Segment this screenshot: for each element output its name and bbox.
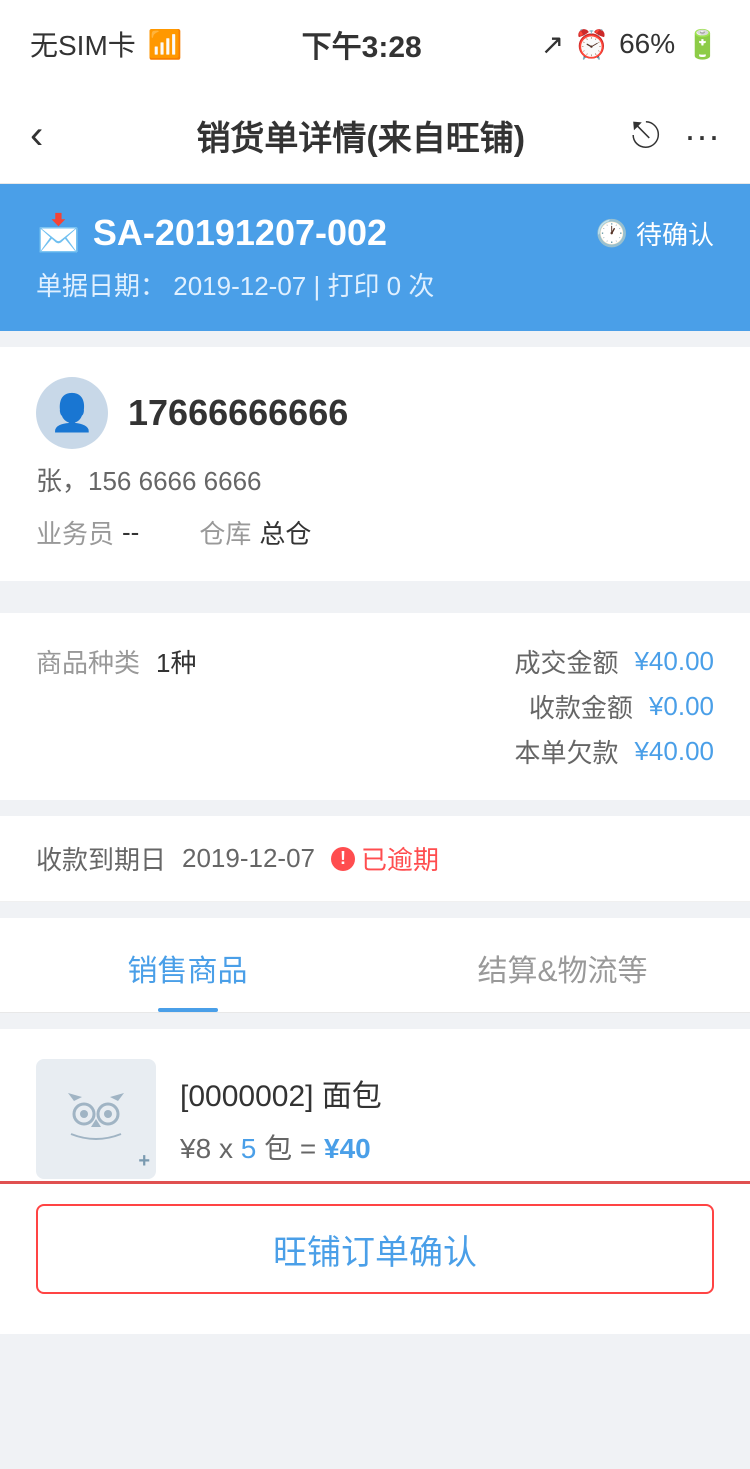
nav-bar: ‹ 销货单详情(来自旺铺) ⎋ ··· bbox=[0, 88, 750, 184]
page-title: 销货单详情(来自旺铺) bbox=[196, 111, 525, 160]
product-name: [0000002] 面包 bbox=[180, 1071, 714, 1115]
more-button[interactable]: ··· bbox=[684, 115, 720, 157]
product-total: ¥40 bbox=[324, 1133, 371, 1164]
product-price: ¥8 x 5 包 = ¥40 bbox=[180, 1127, 714, 1167]
tab-sales-products[interactable]: 销售商品 bbox=[0, 918, 375, 1012]
confirm-order-button[interactable]: 旺铺订单确认 bbox=[36, 1204, 714, 1294]
tabs-container: 销售商品 结算&物流等 bbox=[0, 918, 750, 1013]
warehouse-meta: 仓库 总仓 bbox=[199, 514, 311, 551]
owing-row: 本单欠款 ¥40.00 bbox=[514, 733, 714, 770]
overdue-badge: ! 已逾期 bbox=[331, 840, 439, 877]
confirm-button-label: 旺铺订单确认 bbox=[273, 1225, 477, 1274]
battery-text: 66% bbox=[619, 28, 675, 60]
due-date-label: 收款到期日 bbox=[36, 840, 166, 877]
product-multiply: x bbox=[219, 1133, 233, 1164]
sales-value: -- bbox=[122, 517, 139, 548]
amount-value: ¥40.00 bbox=[634, 646, 714, 677]
tab-sales-products-label: 销售商品 bbox=[128, 955, 248, 988]
status-bar: 无SIM卡 📶 下午3:28 ↗ ⏰ 66% 🔋 bbox=[0, 0, 750, 88]
product-type-value: 1种 bbox=[156, 643, 196, 680]
divider-2 bbox=[0, 902, 750, 918]
customer-meta: 业务员 -- 仓库 总仓 bbox=[36, 514, 714, 551]
bottom-button-container: 旺铺订单确认 bbox=[0, 1181, 750, 1334]
product-unit-price: ¥8 bbox=[180, 1133, 211, 1164]
status-time: 下午3:28 bbox=[302, 22, 422, 66]
received-value: ¥0.00 bbox=[649, 691, 714, 722]
customer-name: 张，156 6666 6666 bbox=[36, 461, 714, 498]
back-button[interactable]: ‹ bbox=[30, 113, 90, 158]
sales-meta: 业务员 -- bbox=[36, 514, 139, 551]
nav-actions: ⎋ ··· bbox=[632, 114, 720, 157]
owing-value: ¥40.00 bbox=[634, 736, 714, 767]
product-thumbnail: + bbox=[36, 1059, 156, 1179]
product-type-section: 商品种类 1种 bbox=[36, 643, 196, 680]
order-date-label: 单据日期： bbox=[36, 271, 166, 301]
product-thumb-owl-svg bbox=[56, 1089, 136, 1149]
amount-label: 成交金额 bbox=[514, 643, 618, 680]
customer-phone: 17666666666 bbox=[128, 392, 348, 434]
owing-label: 本单欠款 bbox=[514, 733, 618, 770]
overdue-icon: ! bbox=[331, 847, 355, 871]
product-qty: 5 bbox=[241, 1133, 257, 1164]
due-date-value: 2019-12-07 bbox=[182, 843, 315, 874]
amounts-section: 成交金额 ¥40.00 收款金额 ¥0.00 本单欠款 ¥40.00 bbox=[514, 643, 714, 770]
product-unit: 包 bbox=[264, 1133, 292, 1164]
product-type-label: 商品种类 bbox=[36, 643, 140, 680]
warehouse-value: 总仓 bbox=[259, 514, 311, 551]
customer-card: 👤 17666666666 张，156 6666 6666 业务员 -- 仓库 … bbox=[0, 347, 750, 581]
received-label: 收款金额 bbox=[529, 688, 633, 725]
received-row: 收款金额 ¥0.00 bbox=[529, 688, 714, 725]
order-id-text: SA-20191207-002 bbox=[93, 212, 387, 254]
due-date-row: 收款到期日 2019-12-07 ! 已逾期 bbox=[0, 816, 750, 902]
summary-card: 商品种类 1种 成交金额 ¥40.00 收款金额 ¥0.00 本单欠款 ¥40.… bbox=[0, 613, 750, 800]
order-status: 🕐 待确认 bbox=[596, 215, 714, 252]
location-icon: ↗ bbox=[541, 28, 564, 61]
product-thumb-plus-text: + bbox=[138, 1150, 150, 1173]
status-left: 无SIM卡 📶 bbox=[30, 24, 183, 64]
order-icon: 📩 bbox=[36, 212, 81, 254]
carrier-text: 无SIM卡 bbox=[30, 24, 136, 64]
status-clock-icon: 🕐 bbox=[596, 218, 628, 249]
amount-row: 成交金额 ¥40.00 bbox=[514, 643, 714, 680]
share-button[interactable]: ⎋ bbox=[632, 114, 660, 157]
tab-settlement-label: 结算&物流等 bbox=[477, 955, 647, 988]
order-date-value: 2019-12-07 bbox=[173, 271, 306, 301]
order-id: 📩 SA-20191207-002 bbox=[36, 212, 387, 254]
order-print-info: | 打印 0 次 bbox=[313, 271, 434, 301]
product-equals: = bbox=[300, 1133, 316, 1164]
tab-settlement[interactable]: 结算&物流等 bbox=[375, 918, 750, 1012]
wifi-icon: 📶 bbox=[148, 28, 183, 61]
status-text: 待确认 bbox=[636, 215, 714, 252]
divider-1 bbox=[0, 581, 750, 597]
status-right: ↗ ⏰ 66% 🔋 bbox=[541, 28, 720, 61]
warehouse-label: 仓库 bbox=[199, 514, 251, 551]
product-name-text: 面包 bbox=[322, 1080, 382, 1113]
order-date: 单据日期： 2019-12-07 | 打印 0 次 bbox=[36, 266, 714, 303]
product-code: [0000002] bbox=[180, 1080, 313, 1113]
battery-icon: 🔋 bbox=[685, 28, 720, 61]
product-info: [0000002] 面包 ¥8 x 5 包 = ¥40 bbox=[180, 1071, 714, 1167]
order-header: 📩 SA-20191207-002 🕐 待确认 单据日期： 2019-12-07… bbox=[0, 184, 750, 331]
customer-avatar: 👤 bbox=[36, 377, 108, 449]
sales-label: 业务员 bbox=[36, 514, 114, 551]
overdue-text: 已逾期 bbox=[361, 840, 439, 877]
alarm-icon: ⏰ bbox=[574, 28, 609, 61]
